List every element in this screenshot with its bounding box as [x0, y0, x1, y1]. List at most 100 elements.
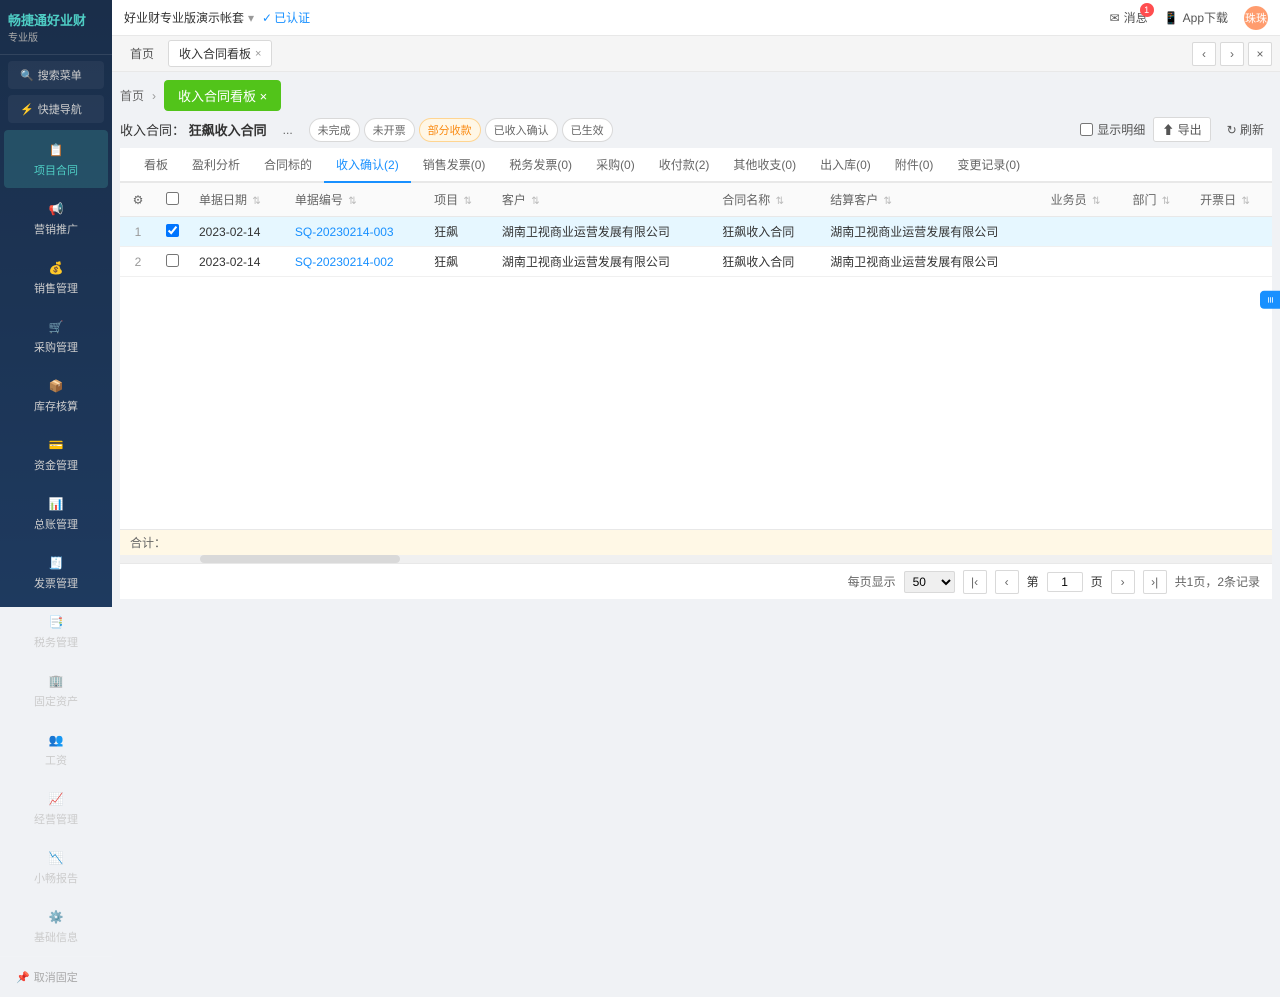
sub-tab-收付款[interactable]: 收付款(2) — [647, 148, 722, 183]
status-effective-btn[interactable]: 已生效 — [562, 118, 613, 142]
sidebar-item-inventory[interactable]: 📦 库存核算 — [4, 366, 108, 424]
row-customer-2: 湖南卫视商业运营发展有限公司 — [492, 247, 712, 277]
per-page-select[interactable]: 50 100 200 — [904, 571, 955, 593]
unpin-btn[interactable]: 📌 取消固定 — [8, 965, 104, 989]
row-check-2[interactable] — [156, 247, 189, 277]
sub-tab-合同标的[interactable]: 合同标的 — [252, 148, 324, 183]
sidebar-item-capital[interactable]: 💳 资金管理 — [4, 425, 108, 483]
row-date-2: 2023-02-14 — [189, 247, 285, 277]
certified-check-icon: ✓ — [262, 11, 272, 25]
hr-icon: 👥 — [46, 730, 66, 750]
sidebar-search[interactable]: 🔍 搜索菜单 — [8, 61, 104, 89]
settle-col-header: 结算客户 ⇅ — [820, 183, 1040, 217]
company-selector[interactable]: 好业财专业版演示帐套 ▾ — [124, 9, 254, 26]
sub-tab-其他收支[interactable]: 其他收支(0) — [721, 148, 808, 183]
sidebar-item-purchase[interactable]: 🛒 采购管理 — [4, 307, 108, 365]
sub-tab-税务发票[interactable]: 税务发票(0) — [497, 148, 584, 183]
sub-tab-收入确认[interactable]: 收入确认(2) — [324, 148, 411, 183]
next-page-btn[interactable]: › — [1111, 570, 1135, 594]
last-page-btn[interactable]: ›| — [1143, 570, 1167, 594]
status-partial-btn[interactable]: 部分收款 — [419, 118, 481, 142]
sidebar-item-project[interactable]: 📋 项目合同 — [4, 130, 108, 188]
sub-tab-盈利分析[interactable]: 盈利分析 — [180, 148, 252, 183]
sidebar-label-report: 小畅报告 — [34, 870, 78, 886]
invoice-date-sort-icon[interactable]: ⇅ — [1242, 196, 1250, 207]
sales-icon: 💰 — [46, 258, 66, 278]
row-settle-2: 湖南卫视商业运营发展有限公司 — [820, 247, 1040, 277]
sub-tab-出入库[interactable]: 出入库(0) — [808, 148, 883, 183]
date-sort-icon[interactable]: ⇅ — [252, 196, 260, 207]
unpin-label: 取消固定 — [34, 969, 78, 985]
row-date-1: 2023-02-14 — [189, 217, 285, 247]
sidebar-item-sales[interactable]: 💰 销售管理 — [4, 248, 108, 306]
table-settings-icon[interactable]: ⚙ — [130, 192, 146, 208]
sidebar-item-tax[interactable]: 📑 税务管理 — [4, 602, 108, 660]
project-sort-icon[interactable]: ⇅ — [463, 196, 471, 207]
row-settle-1: 湖南卫视商业运营发展有限公司 — [820, 217, 1040, 247]
sub-tab-采购[interactable]: 采购(0) — [584, 148, 647, 183]
select-all-checkbox[interactable] — [166, 192, 179, 205]
prev-page-btn[interactable]: ‹ — [995, 570, 1019, 594]
sidebar-label-invoice: 发票管理 — [34, 575, 78, 591]
export-btn[interactable]: ⬆ 导出 — [1153, 117, 1210, 142]
row-check-1[interactable] — [156, 217, 189, 247]
horizontal-scrollbar[interactable] — [120, 555, 1272, 563]
sidebar-quick-nav[interactable]: ⚡ 快捷导航 — [8, 95, 104, 123]
row-invoice-date-2 — [1190, 247, 1272, 277]
tab-contract-board-label: 收入合同看板 — [179, 45, 251, 62]
sub-tab-销售发票[interactable]: 销售发票(0) — [411, 148, 498, 183]
sub-tab-变更记录[interactable]: 变更记录(0) — [945, 148, 1032, 183]
page-number-input[interactable] — [1047, 572, 1083, 592]
contract-board-tab-btn[interactable]: 收入合同看板 × — [164, 80, 281, 111]
status-incomplete-btn[interactable]: 未完成 — [309, 118, 360, 142]
row-link-2[interactable]: SQ-20230214-002 — [295, 255, 394, 269]
table-row[interactable]: 2 2023-02-14 SQ-20230214-002 狂飙 湖南卫视商业运营… — [120, 247, 1272, 277]
tab-home[interactable]: 首页 — [120, 41, 164, 66]
settle-sort-icon[interactable]: ⇅ — [884, 196, 892, 207]
display-detail-checkbox[interactable] — [1080, 123, 1093, 136]
sidebar-item-marketing[interactable]: 📢 营销推广 — [4, 189, 108, 247]
message-icon: ✉ — [1110, 11, 1120, 25]
user-avatar-btn[interactable]: 珠珠 — [1244, 6, 1268, 30]
sidebar-item-fixed[interactable]: 🏢 固定资产 — [4, 661, 108, 719]
tab-contract-board[interactable]: 收入合同看板 × — [168, 40, 272, 67]
table-row[interactable]: 1 2023-02-14 SQ-20230214-003 狂飙 湖南卫视商业运营… — [120, 217, 1272, 247]
message-badge: 1 — [1140, 3, 1154, 17]
sidebar-item-report[interactable]: 📉 小畅报告 — [4, 838, 108, 896]
close-tab-icon[interactable]: × — [255, 48, 261, 60]
sales-sort-icon[interactable]: ⇅ — [1092, 196, 1100, 207]
more-options-btn[interactable]: ... — [275, 120, 301, 140]
table-footer: 合计： — [120, 529, 1272, 555]
sidebar-item-invoice[interactable]: 🧾 发票管理 — [4, 543, 108, 601]
table-header-row: ⚙ 单据日期 ⇅ 单据编号 ⇅ — [120, 183, 1272, 217]
status-unopened-btn[interactable]: 未开票 — [364, 118, 415, 142]
message-btn[interactable]: ✉ 消息 1 — [1110, 9, 1148, 26]
customer-sort-icon[interactable]: ⇅ — [531, 196, 539, 207]
sub-tab-看板[interactable]: 看板 — [132, 148, 180, 183]
table-wrapper[interactable]: ⚙ 单据日期 ⇅ 单据编号 ⇅ — [120, 183, 1272, 529]
sidebar-item-hr[interactable]: 👥 工资 — [4, 720, 108, 778]
add-contract-label: 收入合同看板 × — [178, 86, 267, 105]
sidebar-item-ops[interactable]: 📈 经营管理 — [4, 779, 108, 837]
right-actions: 显示明细 ⬆ 导出 ↻ 刷新 — [1080, 117, 1272, 142]
float-action-btn[interactable]: ≡ — [1260, 291, 1280, 309]
sidebar-item-general[interactable]: 📊 总账管理 — [4, 484, 108, 542]
row-contract-2: 狂飙收入合同 — [712, 247, 820, 277]
page-suffix: 页 — [1091, 573, 1103, 590]
tab-close-btn[interactable]: × — [1248, 42, 1272, 66]
number-sort-icon[interactable]: ⇅ — [348, 196, 356, 207]
first-page-btn[interactable]: |‹ — [963, 570, 987, 594]
dept-sort-icon[interactable]: ⇅ — [1162, 196, 1170, 207]
sub-tab-附件[interactable]: 附件(0) — [883, 148, 946, 183]
status-confirmed-btn[interactable]: 已收入确认 — [485, 118, 558, 142]
contract-header: 收入合同： 狂飙收入合同 ... 未完成 未开票 部分收款 已收入确认 — [120, 117, 1272, 142]
sidebar-item-basic[interactable]: ⚙️ 基础信息 — [4, 897, 108, 955]
tab-prev-btn[interactable]: ‹ — [1192, 42, 1216, 66]
tab-next-btn[interactable]: › — [1220, 42, 1244, 66]
app-download-btn[interactable]: 📱 App下载 — [1164, 9, 1228, 26]
display-detail-toggle[interactable]: 显示明细 — [1080, 121, 1145, 138]
scroll-thumb[interactable] — [200, 555, 400, 563]
refresh-btn[interactable]: ↻ 刷新 — [1219, 118, 1272, 141]
contract-sort-icon[interactable]: ⇅ — [776, 196, 784, 207]
row-link-1[interactable]: SQ-20230214-003 — [295, 225, 394, 239]
